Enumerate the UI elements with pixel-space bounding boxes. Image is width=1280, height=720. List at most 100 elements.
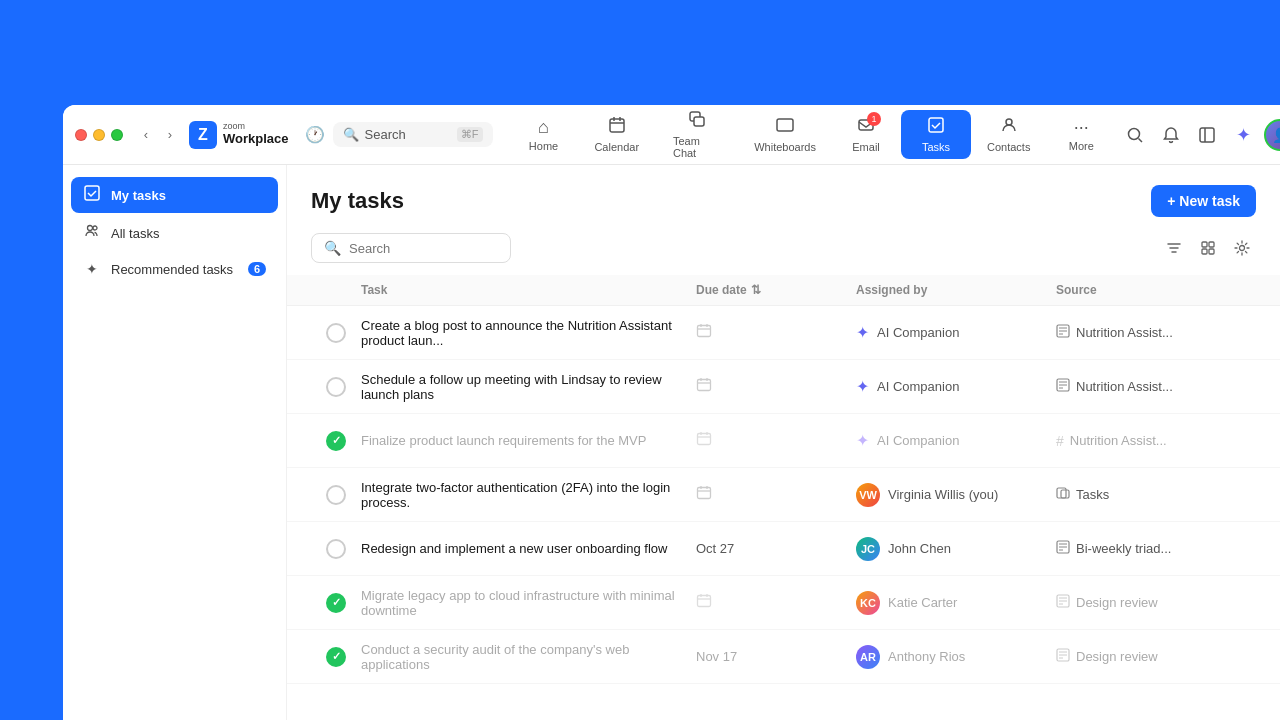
zoom-brand: Z zoom Workplace xyxy=(189,121,289,149)
nav-item-calendar[interactable]: Calendar xyxy=(579,110,655,159)
calendar-icon-6[interactable] xyxy=(696,593,712,612)
task-assigned-6: KC Katie Carter xyxy=(856,591,1056,615)
task-text-2: Schedule a follow up meeting with Lindsa… xyxy=(361,372,696,402)
nav-label-contacts: Contacts xyxy=(987,141,1030,153)
sidebar-item-all-tasks[interactable]: All tasks xyxy=(71,215,278,251)
task-assigned-3: ✦ AI Companion xyxy=(856,431,1056,450)
search-icon: 🔍 xyxy=(343,127,359,142)
sidebar-item-my-tasks[interactable]: My tasks xyxy=(71,177,278,213)
zoom-logo: Z xyxy=(189,121,217,149)
th-task: Task xyxy=(361,283,696,297)
task-text-4: Integrate two-factor authentication (2FA… xyxy=(361,480,696,510)
task-date-2 xyxy=(696,377,856,396)
search-input[interactable] xyxy=(349,241,517,256)
svg-rect-17 xyxy=(1202,242,1207,247)
svg-rect-5 xyxy=(694,117,704,126)
tasks-title: My tasks xyxy=(311,188,404,214)
task-text-5: Redesign and implement a new user onboar… xyxy=(361,541,696,556)
table-row: Finalize product launch requirements for… xyxy=(287,414,1280,468)
svg-point-9 xyxy=(1006,119,1012,125)
table-row: Create a blog post to announce the Nutri… xyxy=(287,306,1280,360)
svg-point-10 xyxy=(1129,128,1140,139)
svg-rect-52 xyxy=(698,596,711,607)
minimize-button[interactable] xyxy=(93,129,105,141)
nav-arrows: ‹ › xyxy=(135,124,181,146)
calendar-icon-4[interactable] xyxy=(696,485,712,504)
tasks-header: My tasks + New task xyxy=(287,165,1280,233)
task-checkbox-7[interactable] xyxy=(326,647,346,667)
calendar-icon-3[interactable] xyxy=(696,431,712,450)
task-checkbox-3[interactable] xyxy=(326,431,346,451)
calendar-icon-2[interactable] xyxy=(696,377,712,396)
grid-view-icon[interactable] xyxy=(1194,234,1222,262)
teamchat-icon xyxy=(688,110,706,133)
maximize-button[interactable] xyxy=(111,129,123,141)
calendar-icon-1[interactable] xyxy=(696,323,712,342)
avatar-katie: KC xyxy=(856,591,880,615)
task-assigned-4: VW Virginia Willis (you) xyxy=(856,483,1056,507)
nav-item-teamchat[interactable]: Team Chat xyxy=(655,104,739,165)
ai-companion-icon-2: ✦ xyxy=(856,377,869,396)
table-row: Migrate legacy app to cloud infrastructu… xyxy=(287,576,1280,630)
ai-search-icon[interactable] xyxy=(1120,120,1150,150)
task-checkbox-5[interactable] xyxy=(326,539,346,559)
search-icon: 🔍 xyxy=(324,240,341,256)
avatar[interactable]: 👤 xyxy=(1264,119,1280,151)
history-icon[interactable]: 🕐 xyxy=(305,121,325,149)
email-icon: 1 xyxy=(857,116,875,139)
new-task-button[interactable]: + New task xyxy=(1151,185,1256,217)
nav-item-tasks[interactable]: Tasks xyxy=(901,110,971,159)
task-date-7: Nov 17 xyxy=(696,649,856,664)
sidebar-label-my-tasks: My tasks xyxy=(111,188,266,203)
back-button[interactable]: ‹ xyxy=(135,124,157,146)
task-checkbox-2[interactable] xyxy=(326,377,346,397)
sidebar-item-recommended[interactable]: ✦ Recommended tasks 6 xyxy=(71,253,278,285)
sort-icon[interactable]: ⇅ xyxy=(751,283,761,297)
nav-label-teamchat: Team Chat xyxy=(673,135,721,159)
task-checkbox-4[interactable] xyxy=(326,485,346,505)
table-row: Schedule a follow up meeting with Lindsa… xyxy=(287,360,1280,414)
nav-right: ✦ 👤 xyxy=(1120,119,1280,151)
task-assigned-2: ✦ AI Companion xyxy=(856,377,1056,396)
nav-item-home[interactable]: ⌂ Home xyxy=(509,111,579,158)
ai-companion-icon[interactable]: ✦ xyxy=(1228,120,1258,150)
nav-label-tasks: Tasks xyxy=(922,141,950,153)
task-checkbox-1[interactable] xyxy=(326,323,346,343)
svg-rect-8 xyxy=(929,118,943,132)
task-source-2: Nutrition Assist... xyxy=(1056,378,1256,395)
nav-item-more[interactable]: ··· More xyxy=(1046,111,1116,158)
task-date-1 xyxy=(696,323,856,342)
task-checkbox-6[interactable] xyxy=(326,593,346,613)
tasks-table: Task Due date ⇅ Assigned by Source Creat… xyxy=(287,275,1280,720)
nav-item-contacts[interactable]: Contacts xyxy=(971,110,1046,159)
search-shortcut: ⌘F xyxy=(457,127,483,142)
task-assigned-7: AR Anthony Rios xyxy=(856,645,1056,669)
email-badge: 1 xyxy=(867,112,881,126)
sidebar-toggle-icon[interactable] xyxy=(1192,120,1222,150)
svg-rect-47 xyxy=(1061,490,1069,498)
svg-rect-14 xyxy=(85,186,99,200)
search-bar[interactable]: 🔍 Search ⌘F xyxy=(333,122,493,147)
svg-rect-20 xyxy=(1209,249,1214,254)
table-row: Conduct a security audit of the company'… xyxy=(287,630,1280,684)
table-row: Redesign and implement a new user onboar… xyxy=(287,522,1280,576)
svg-rect-6 xyxy=(777,119,793,131)
th-checkbox xyxy=(311,283,361,297)
tasks-search[interactable]: 🔍 xyxy=(311,233,511,263)
nav-item-email[interactable]: 1 Email xyxy=(831,110,901,159)
forward-button[interactable]: › xyxy=(159,124,181,146)
nav-item-whiteboards[interactable]: Whiteboards xyxy=(739,110,831,159)
filter-icon[interactable] xyxy=(1160,234,1188,262)
settings-icon[interactable] xyxy=(1228,234,1256,262)
th-assigned: Assigned by xyxy=(856,283,1056,297)
ai-companion-icon-1: ✦ xyxy=(856,323,869,342)
sidebar-label-recommended: Recommended tasks xyxy=(111,262,238,277)
nav-label-more: More xyxy=(1069,140,1094,152)
nav-label-calendar: Calendar xyxy=(594,141,639,153)
search-bar-text: Search xyxy=(365,127,451,142)
close-button[interactable] xyxy=(75,129,87,141)
notifications-icon[interactable] xyxy=(1156,120,1186,150)
ai-companion-icon-3: ✦ xyxy=(856,431,869,450)
svg-rect-12 xyxy=(1200,128,1214,142)
table-row: Integrate two-factor authentication (2FA… xyxy=(287,468,1280,522)
